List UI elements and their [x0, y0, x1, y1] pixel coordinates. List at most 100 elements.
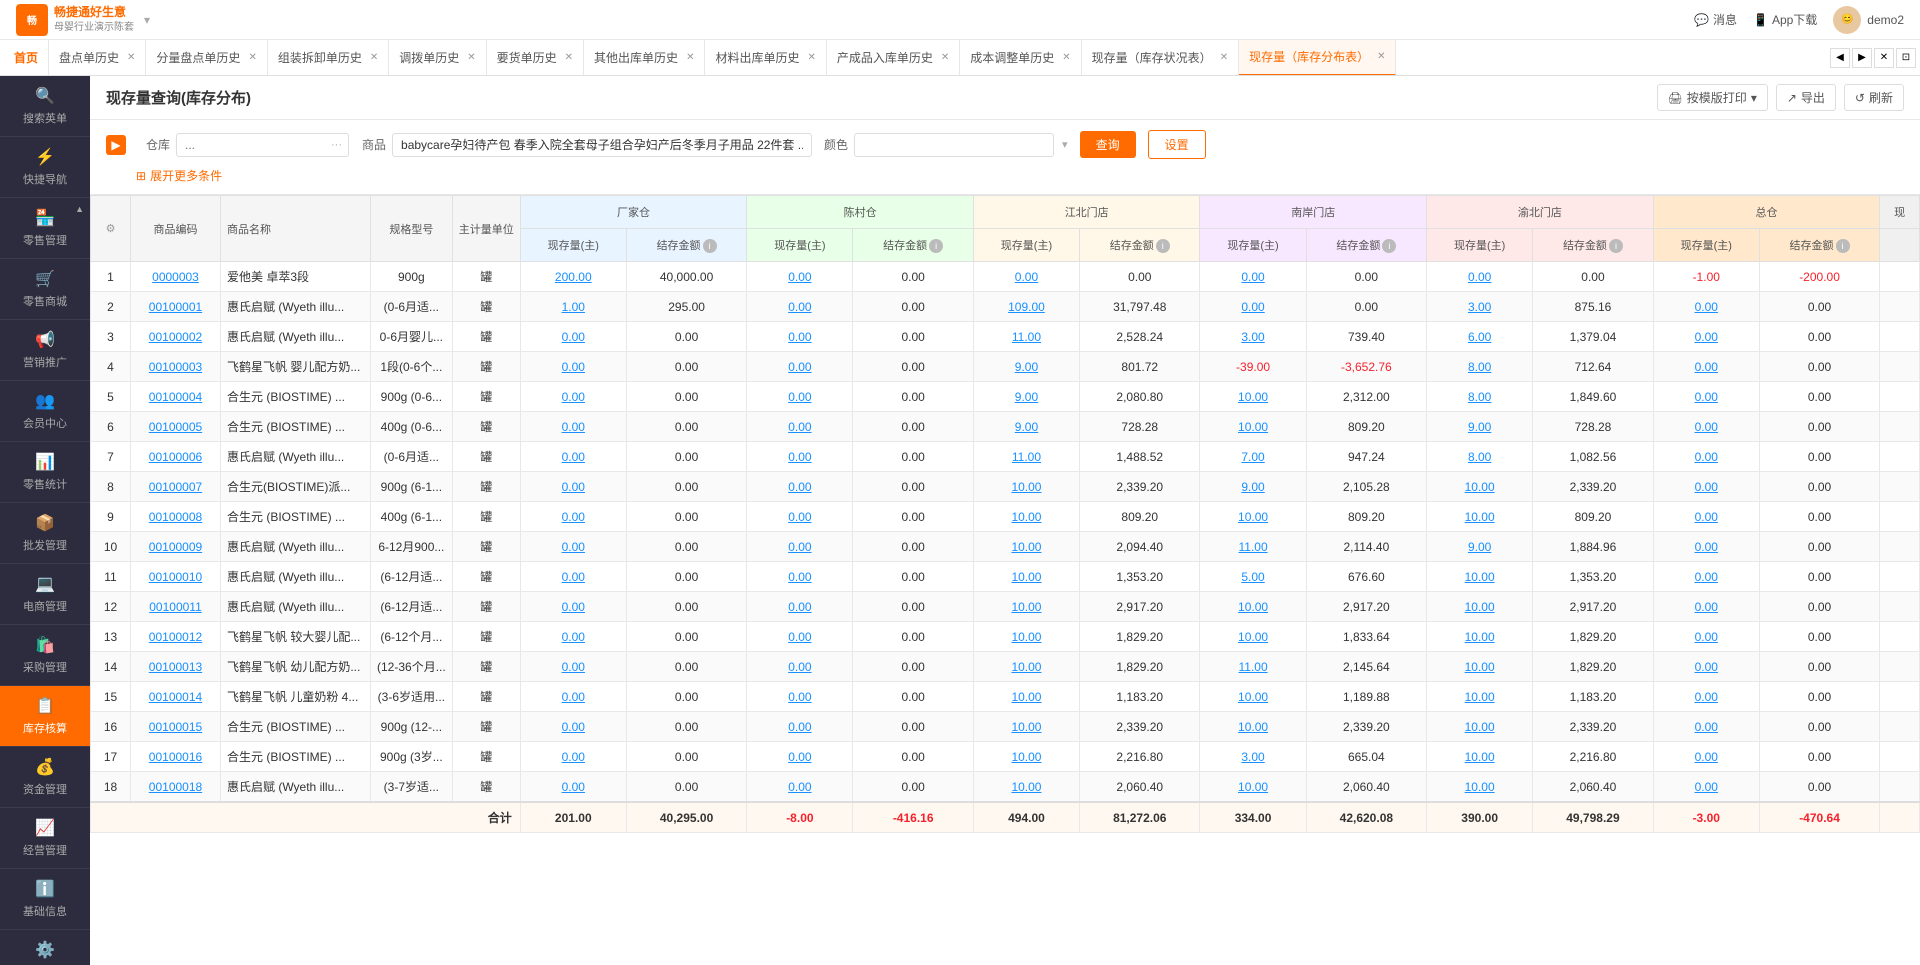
- td-w1-cur[interactable]: 0.00: [520, 712, 626, 742]
- td-w3-cur[interactable]: 9.00: [973, 412, 1079, 442]
- td-w1-cur[interactable]: 200.00: [520, 262, 626, 292]
- td-w3-cur[interactable]: 10.00: [973, 772, 1079, 803]
- td-w2-cur[interactable]: 0.00: [747, 622, 853, 652]
- tab-盘点单历史[interactable]: 盘点单历史 ✕: [49, 40, 146, 76]
- td-w5-cur[interactable]: 10.00: [1427, 682, 1533, 712]
- td-w4-cur[interactable]: 10.00: [1200, 382, 1306, 412]
- tab-close-9[interactable]: ✕: [1062, 52, 1070, 63]
- td-w5-cur[interactable]: 10.00: [1427, 712, 1533, 742]
- td-code[interactable]: 00100016: [131, 742, 221, 772]
- message-link[interactable]: 💬 消息: [1694, 11, 1737, 28]
- tab-prev-btn[interactable]: ◀: [1830, 48, 1850, 68]
- td-w3-cur[interactable]: 11.00: [973, 442, 1079, 472]
- td-t-cur[interactable]: 0.00: [1653, 472, 1759, 502]
- tab-close-all-btn[interactable]: ✕: [1874, 48, 1894, 68]
- t-info-icon[interactable]: i: [1836, 239, 1850, 253]
- td-code[interactable]: 00100015: [131, 712, 221, 742]
- td-w3-cur[interactable]: 10.00: [973, 652, 1079, 682]
- td-w5-cur[interactable]: 10.00: [1427, 562, 1533, 592]
- td-w2-cur[interactable]: 0.00: [747, 532, 853, 562]
- tab-要货单历史[interactable]: 要货单历史 ✕: [487, 40, 584, 76]
- td-w1-cur[interactable]: 0.00: [520, 382, 626, 412]
- td-t-cur[interactable]: 0.00: [1653, 442, 1759, 472]
- td-w2-cur[interactable]: 0.00: [747, 292, 853, 322]
- td-w5-cur[interactable]: 9.00: [1427, 532, 1533, 562]
- w5-info-icon[interactable]: i: [1609, 239, 1623, 253]
- tab-next-btn[interactable]: ▶: [1852, 48, 1872, 68]
- td-code[interactable]: 0000003: [131, 262, 221, 292]
- td-w4-cur[interactable]: 10.00: [1200, 622, 1306, 652]
- sidebar-item-marketing[interactable]: 📢 营销推广: [0, 320, 90, 381]
- w1-info-icon[interactable]: i: [703, 239, 717, 253]
- td-w5-cur[interactable]: 0.00: [1427, 262, 1533, 292]
- td-w5-cur[interactable]: 8.00: [1427, 382, 1533, 412]
- tab-现存量库存状况表[interactable]: 现存量（库存状况表） ✕: [1082, 40, 1239, 76]
- td-w5-cur[interactable]: 10.00: [1427, 652, 1533, 682]
- td-w4-cur[interactable]: 0.00: [1200, 292, 1306, 322]
- td-w2-cur[interactable]: 0.00: [747, 712, 853, 742]
- tab-close-7[interactable]: ✕: [807, 52, 815, 63]
- tab-close-5[interactable]: ✕: [565, 52, 573, 63]
- brand-dropdown-icon[interactable]: ▾: [144, 13, 150, 27]
- td-w4-cur[interactable]: -39.00: [1200, 352, 1306, 382]
- td-w1-cur[interactable]: 0.00: [520, 742, 626, 772]
- td-w1-cur[interactable]: 0.00: [520, 412, 626, 442]
- td-w4-cur[interactable]: 10.00: [1200, 502, 1306, 532]
- td-w4-cur[interactable]: 10.00: [1200, 772, 1306, 803]
- sidebar-item-purchase[interactable]: 🛍️ 采购管理: [0, 625, 90, 686]
- td-w1-cur[interactable]: 0.00: [520, 502, 626, 532]
- sidebar-item-shortcuts[interactable]: ⚡ 快捷导航: [0, 137, 90, 198]
- td-t-cur[interactable]: -1.00: [1653, 262, 1759, 292]
- filter-toggle-btn[interactable]: ▶: [106, 135, 126, 155]
- td-w3-cur[interactable]: 10.00: [973, 742, 1079, 772]
- td-w2-cur[interactable]: 0.00: [747, 682, 853, 712]
- sidebar-item-inventory[interactable]: 📋 库存核算: [0, 686, 90, 747]
- td-w2-cur[interactable]: 0.00: [747, 562, 853, 592]
- tab-产成品入库单历史[interactable]: 产成品入库单历史 ✕: [827, 40, 960, 76]
- td-w2-cur[interactable]: 0.00: [747, 352, 853, 382]
- user-menu[interactable]: 😊 demo2: [1833, 6, 1904, 34]
- sidebar-item-finance[interactable]: 💰 资金管理: [0, 747, 90, 808]
- td-w5-cur[interactable]: 10.00: [1427, 592, 1533, 622]
- td-w4-cur[interactable]: 10.00: [1200, 682, 1306, 712]
- td-code[interactable]: 00100011: [131, 592, 221, 622]
- app-download-link[interactable]: 📱 App下载: [1753, 11, 1817, 28]
- td-w5-cur[interactable]: 9.00: [1427, 412, 1533, 442]
- td-w4-cur[interactable]: 7.00: [1200, 442, 1306, 472]
- td-code[interactable]: 00100004: [131, 382, 221, 412]
- sidebar-item-retail-stats[interactable]: 📊 零售统计: [0, 442, 90, 503]
- td-w2-cur[interactable]: 0.00: [747, 262, 853, 292]
- td-t-cur[interactable]: 0.00: [1653, 742, 1759, 772]
- td-t-cur[interactable]: 0.00: [1653, 532, 1759, 562]
- td-code[interactable]: 00100018: [131, 772, 221, 803]
- td-w2-cur[interactable]: 0.00: [747, 472, 853, 502]
- td-w4-cur[interactable]: 11.00: [1200, 532, 1306, 562]
- th-settings[interactable]: ⚙: [91, 196, 131, 262]
- td-w5-cur[interactable]: 3.00: [1427, 292, 1533, 322]
- tab-close-1[interactable]: ✕: [127, 52, 135, 63]
- td-w5-cur[interactable]: 10.00: [1427, 622, 1533, 652]
- td-w1-cur[interactable]: 1.00: [520, 292, 626, 322]
- td-t-cur[interactable]: 0.00: [1653, 322, 1759, 352]
- tab-close-10[interactable]: ✕: [1220, 52, 1228, 63]
- td-w3-cur[interactable]: 10.00: [973, 682, 1079, 712]
- td-w1-cur[interactable]: 0.00: [520, 442, 626, 472]
- td-w2-cur[interactable]: 0.00: [747, 502, 853, 532]
- td-w4-cur[interactable]: 3.00: [1200, 742, 1306, 772]
- td-w1-cur[interactable]: 0.00: [520, 472, 626, 502]
- tab-组装拆卸单历史[interactable]: 组装拆卸单历史 ✕: [268, 40, 389, 76]
- td-w5-cur[interactable]: 6.00: [1427, 322, 1533, 352]
- td-code[interactable]: 00100013: [131, 652, 221, 682]
- tab-close-11[interactable]: ✕: [1377, 51, 1385, 62]
- td-code[interactable]: 00100006: [131, 442, 221, 472]
- td-w1-cur[interactable]: 0.00: [520, 622, 626, 652]
- tab-材料出库单历史[interactable]: 材料出库单历史 ✕: [705, 40, 826, 76]
- tab-其他出库单历史[interactable]: 其他出库单历史 ✕: [584, 40, 705, 76]
- color-input[interactable]: [854, 133, 1054, 157]
- warehouse-input[interactable]: [176, 133, 349, 157]
- td-w5-cur[interactable]: 8.00: [1427, 352, 1533, 382]
- td-w3-cur[interactable]: 9.00: [973, 352, 1079, 382]
- w3-info-icon[interactable]: i: [1156, 239, 1170, 253]
- td-w3-cur[interactable]: 0.00: [973, 262, 1079, 292]
- td-code[interactable]: 00100001: [131, 292, 221, 322]
